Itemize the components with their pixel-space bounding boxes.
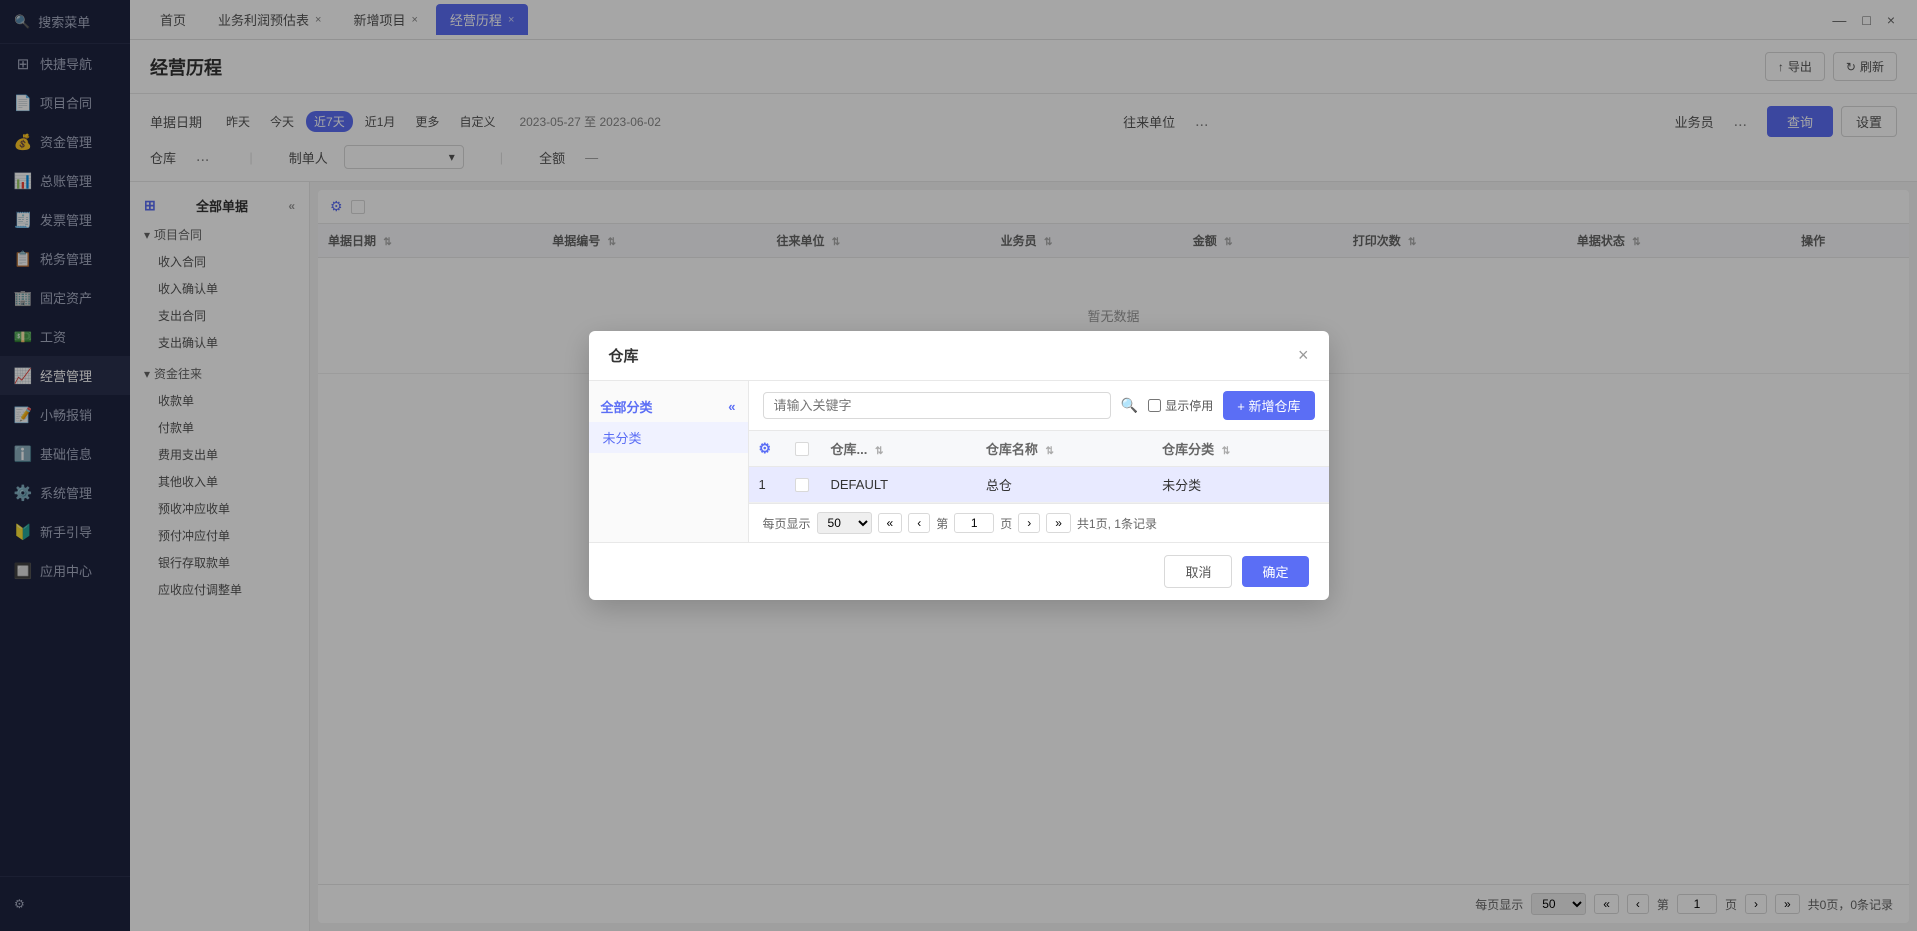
wh-row-check	[785, 467, 821, 503]
modal-body: 全部分类 « 未分类 🔍 显示停用 + 新增仓库	[589, 381, 1329, 542]
modal-page-label: 第	[936, 515, 948, 532]
modal-page-suffix: 页	[1000, 515, 1012, 532]
modal-left-collapse-icon[interactable]: «	[728, 399, 735, 414]
modal-close-btn[interactable]: ×	[1298, 345, 1309, 366]
cancel-button[interactable]: 取消	[1164, 555, 1232, 588]
modal-first-page[interactable]: «	[878, 513, 903, 533]
warehouse-table: ⚙ 仓库... ⇅ 仓库名称 ⇅ 仓库分类 ⇅ 1 DEFA	[749, 431, 1329, 503]
modal-overlay[interactable]: 仓库 × 全部分类 « 未分类 🔍	[0, 0, 1917, 931]
warehouse-modal: 仓库 × 全部分类 « 未分类 🔍	[589, 331, 1329, 600]
modal-last-page[interactable]: »	[1046, 513, 1071, 533]
add-warehouse-btn[interactable]: + 新增仓库	[1223, 391, 1314, 420]
modal-left-item-uncategorized[interactable]: 未分类	[589, 422, 748, 453]
show-disabled-label[interactable]: 显示停用	[1148, 397, 1213, 414]
wh-col-gear: ⚙	[749, 431, 785, 467]
all-categories-label: 全部分类	[601, 397, 653, 416]
modal-title: 仓库	[609, 345, 639, 366]
modal-per-page-select[interactable]: 50 100	[817, 512, 872, 534]
modal-table: ⚙ 仓库... ⇅ 仓库名称 ⇅ 仓库分类 ⇅ 1 DEFA	[749, 431, 1329, 503]
wh-col-check	[785, 431, 821, 467]
warehouse-search-input[interactable]	[763, 392, 1111, 419]
wh-row-name: 总仓	[976, 467, 1152, 503]
modal-left-panel: 全部分类 « 未分类	[589, 381, 749, 542]
wh-row-category: 未分类	[1152, 467, 1328, 503]
wh-row-checkbox[interactable]	[795, 478, 809, 492]
confirm-button[interactable]: 确定	[1242, 556, 1308, 587]
wh-row-index: 1	[749, 467, 785, 503]
modal-right-panel: 🔍 显示停用 + 新增仓库 ⚙ 仓库... ⇅	[749, 381, 1329, 542]
show-disabled-checkbox[interactable]	[1148, 399, 1161, 412]
modal-left-header[interactable]: 全部分类 «	[589, 391, 748, 422]
modal-total: 共1页, 1条记录	[1077, 515, 1157, 532]
wh-col-category: 仓库分类 ⇅	[1152, 431, 1328, 467]
modal-per-page-label: 每页显示	[763, 515, 811, 532]
modal-search-bar: 🔍 显示停用 + 新增仓库	[749, 381, 1329, 431]
modal-pagination: 每页显示 50 100 « ‹ 第 页 › » 共1页, 1条记录	[763, 512, 1157, 534]
modal-page-input[interactable]	[954, 513, 994, 533]
modal-next-page[interactable]: ›	[1018, 513, 1040, 533]
uncategorized-label: 未分类	[603, 431, 642, 446]
wh-select-all[interactable]	[795, 442, 809, 456]
wh-gear-icon[interactable]: ⚙	[759, 440, 772, 456]
wh-row-code: DEFAULT	[821, 467, 976, 503]
wh-col-code: 仓库... ⇅	[821, 431, 976, 467]
modal-actions: 取消 确定	[589, 542, 1329, 600]
modal-header: 仓库 ×	[589, 331, 1329, 381]
wh-col-name: 仓库名称 ⇅	[976, 431, 1152, 467]
warehouse-search-icon[interactable]: 🔍	[1121, 397, 1138, 414]
show-disabled-text: 显示停用	[1165, 397, 1213, 414]
modal-prev-page[interactable]: ‹	[908, 513, 930, 533]
warehouse-row[interactable]: 1 DEFAULT 总仓 未分类	[749, 467, 1329, 503]
modal-footer-bar: 每页显示 50 100 « ‹ 第 页 › » 共1页, 1条记录	[749, 503, 1329, 542]
